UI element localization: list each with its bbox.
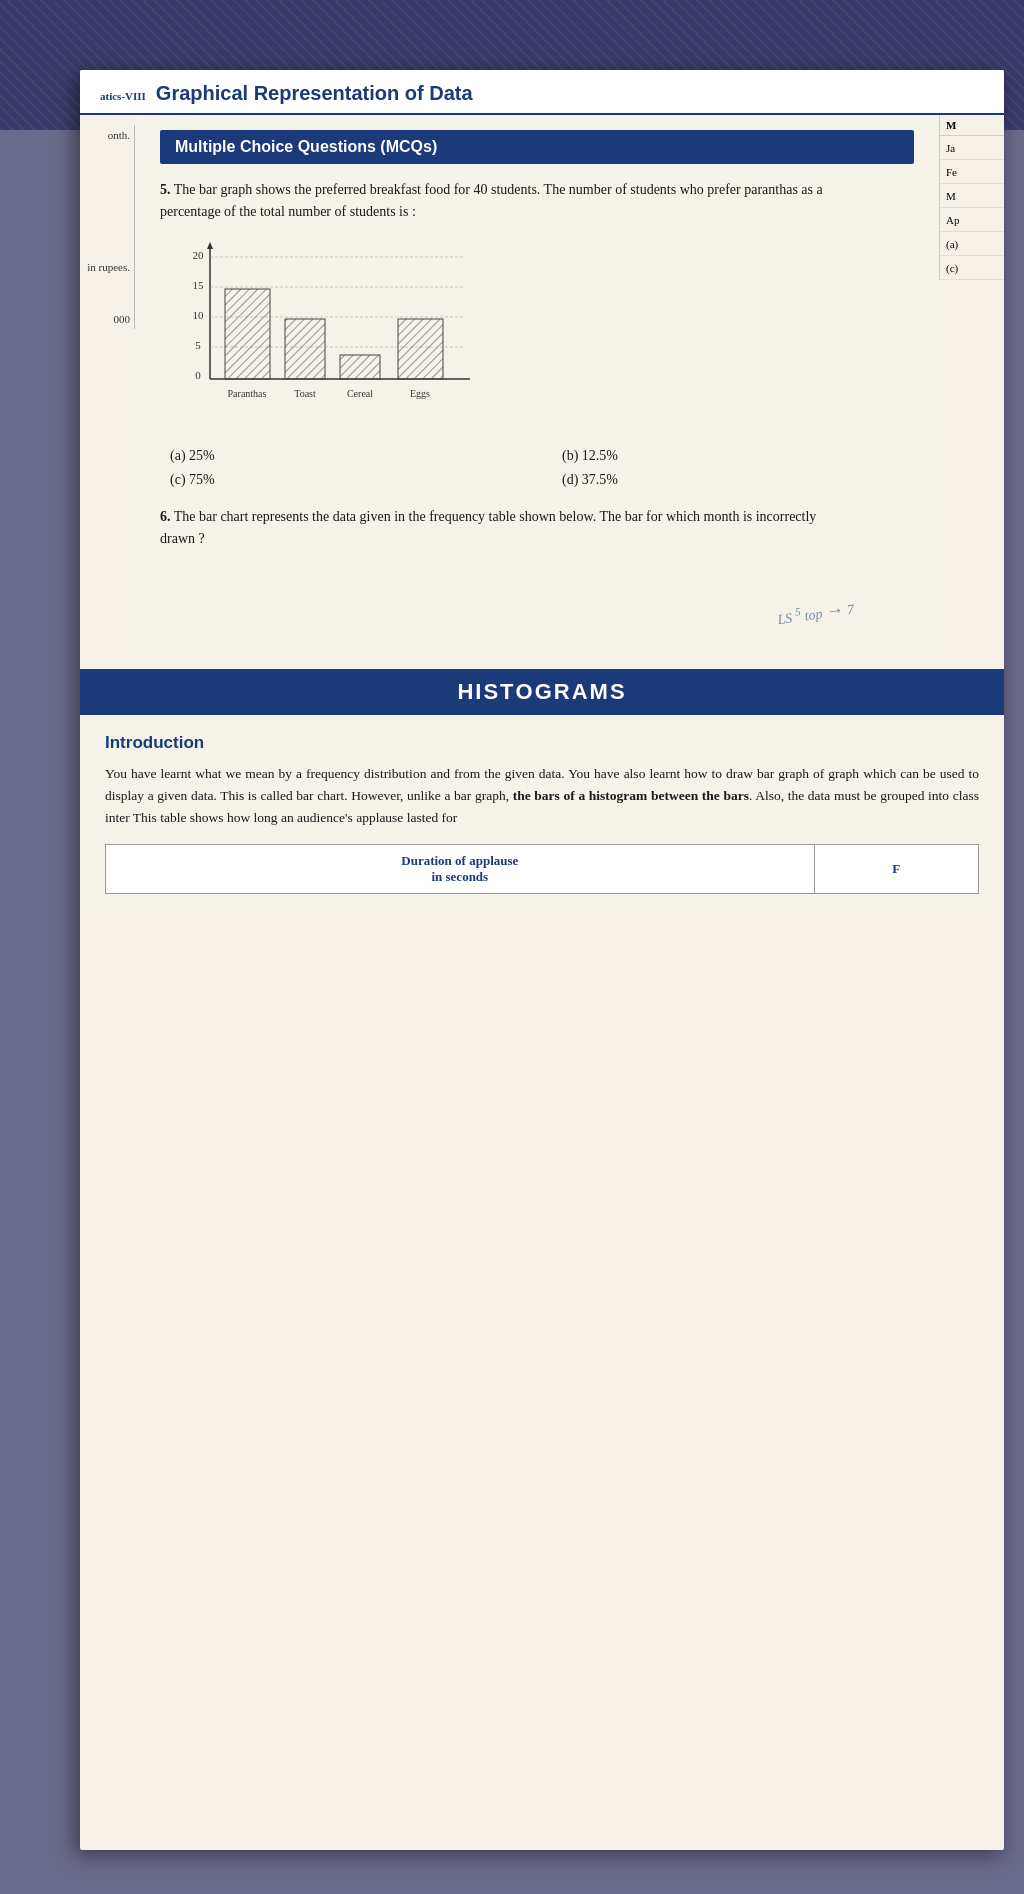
q5-option-d: (d) 37.5%: [562, 472, 914, 488]
chapter-label: atics-VIII: [100, 90, 146, 102]
page-container: atics-VIII Graphical Representation of D…: [80, 70, 1004, 1850]
y-axis-arrow: [207, 242, 213, 249]
intro-section: Introduction You have learnt what we mea…: [80, 715, 1004, 913]
question-5: 5. The bar graph shows the preferred bre…: [160, 179, 914, 488]
bar-eggs: [398, 319, 443, 379]
bar-chart: 20 15 10 5 0: [180, 239, 480, 433]
side-note-month: onth.: [84, 129, 130, 141]
x-label-toast: Toast: [294, 388, 316, 399]
y-label-15: 15: [193, 279, 205, 291]
bar-cereal: [340, 355, 380, 379]
right-margin-header: M: [940, 115, 1004, 136]
q5-body: The bar graph shows the preferred breakf…: [160, 182, 823, 219]
intro-paragraph: You have learnt what we mean by a freque…: [105, 763, 979, 830]
right-margin-ap: Ap: [940, 208, 1004, 232]
q5-option-c: (c) 75%: [170, 472, 522, 488]
mcq-header: Multiple Choice Questions (MCQs): [160, 130, 914, 164]
q5-options: (a) 25% (b) 12.5% (c) 75% (d) 37.5%: [170, 448, 914, 488]
q6-body: The bar chart represents the data given …: [160, 509, 816, 546]
histograms-divider: HISTOGRAMS: [80, 669, 1004, 715]
intro-title: Introduction: [105, 733, 979, 753]
question-6: 6. The bar chart represents the data giv…: [160, 506, 914, 551]
bold-bars: the bars of a histogram: [513, 788, 648, 803]
side-note-000: 000: [84, 313, 130, 325]
q5-option-a: (a) 25%: [170, 448, 522, 464]
right-margin-m: M: [940, 184, 1004, 208]
right-margin-ja: Ja: [940, 136, 1004, 160]
bottom-table: Duration of applausein seconds F: [105, 844, 979, 894]
y-label-5: 5: [195, 339, 201, 351]
handwriting-5: 5: [794, 605, 801, 618]
bar-chart-svg: 20 15 10 5 0: [180, 239, 470, 429]
q5-number: 5.: [160, 182, 171, 197]
table-header-duration: Duration of applausein seconds: [106, 845, 815, 894]
chapter-header: atics-VIII Graphical Representation of D…: [80, 70, 1004, 115]
handwriting-ls: LS 5 top → 7: [776, 597, 855, 629]
question-5-text: 5. The bar graph shows the preferred bre…: [160, 179, 914, 224]
q5-option-b: (b) 12.5%: [562, 448, 914, 464]
table-header-f: F: [814, 845, 978, 894]
right-margin-a: (a): [940, 232, 1004, 256]
handwriting-arrow: →: [824, 599, 845, 621]
q6-number: 6.: [160, 509, 171, 524]
bold-between: between the bars: [651, 788, 749, 803]
y-label-20: 20: [193, 249, 205, 261]
handwriting-7: 7: [846, 601, 855, 617]
question-6-text: 6. The bar chart represents the data giv…: [160, 506, 914, 551]
page-content: Multiple Choice Questions (MCQs) 5. The …: [135, 115, 939, 649]
right-margin-c: (c): [940, 256, 1004, 280]
x-label-paranthas: Paranthas: [228, 388, 267, 399]
y-label-0: 0: [195, 369, 201, 381]
x-label-cereal: Cereal: [347, 388, 373, 399]
bottom-area: LS 5 top → 7: [160, 569, 914, 629]
bar-paranthas: [225, 289, 270, 379]
y-label-10: 10: [193, 309, 205, 321]
right-margin-fe: Fe: [940, 160, 1004, 184]
handwriting-top: top: [803, 606, 823, 623]
handwriting-text: LS: [776, 610, 793, 627]
bar-toast: [285, 319, 325, 379]
x-label-eggs: Eggs: [410, 388, 430, 399]
side-note-rupees: in rupees.: [84, 261, 130, 273]
hist-o-char: O: [516, 679, 535, 705]
chapter-title: Graphical Representation of Data: [156, 82, 473, 105]
